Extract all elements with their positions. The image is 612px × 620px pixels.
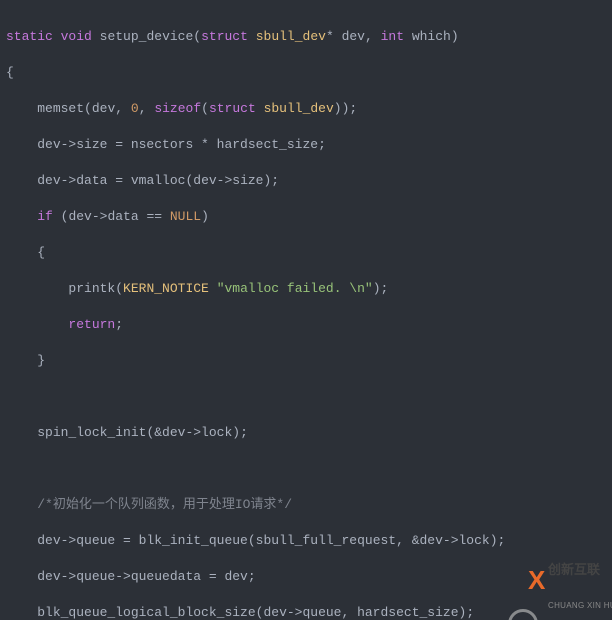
code-line <box>6 388 606 406</box>
code-line: if (dev->data == NULL) <box>6 208 606 226</box>
code-line: dev->size = nsectors * hardsect_size; <box>6 136 606 154</box>
code-line: /*初始化一个队列函数，用于处理IO请求*/ <box>6 496 606 514</box>
code-editor: static void setup_device(struct sbull_de… <box>0 0 612 620</box>
code-line: { <box>6 244 606 262</box>
code-line: dev->data = vmalloc(dev->size); <box>6 172 606 190</box>
code-line: { <box>6 64 606 82</box>
code-line: blk_queue_logical_block_size(dev->queue,… <box>6 604 606 620</box>
code-line: printk(KERN_NOTICE "vmalloc failed. \n")… <box>6 280 606 298</box>
code-line: static void setup_device(struct sbull_de… <box>6 28 606 46</box>
code-line: dev->queue->queuedata = dev; <box>6 568 606 586</box>
code-line: } <box>6 352 606 370</box>
code-line: spin_lock_init(&dev->lock); <box>6 424 606 442</box>
code-line: return; <box>6 316 606 334</box>
code-line: memset(dev, 0, sizeof(struct sbull_dev))… <box>6 100 606 118</box>
code-line: dev->queue = blk_init_queue(sbull_full_r… <box>6 532 606 550</box>
code-line <box>6 460 606 478</box>
